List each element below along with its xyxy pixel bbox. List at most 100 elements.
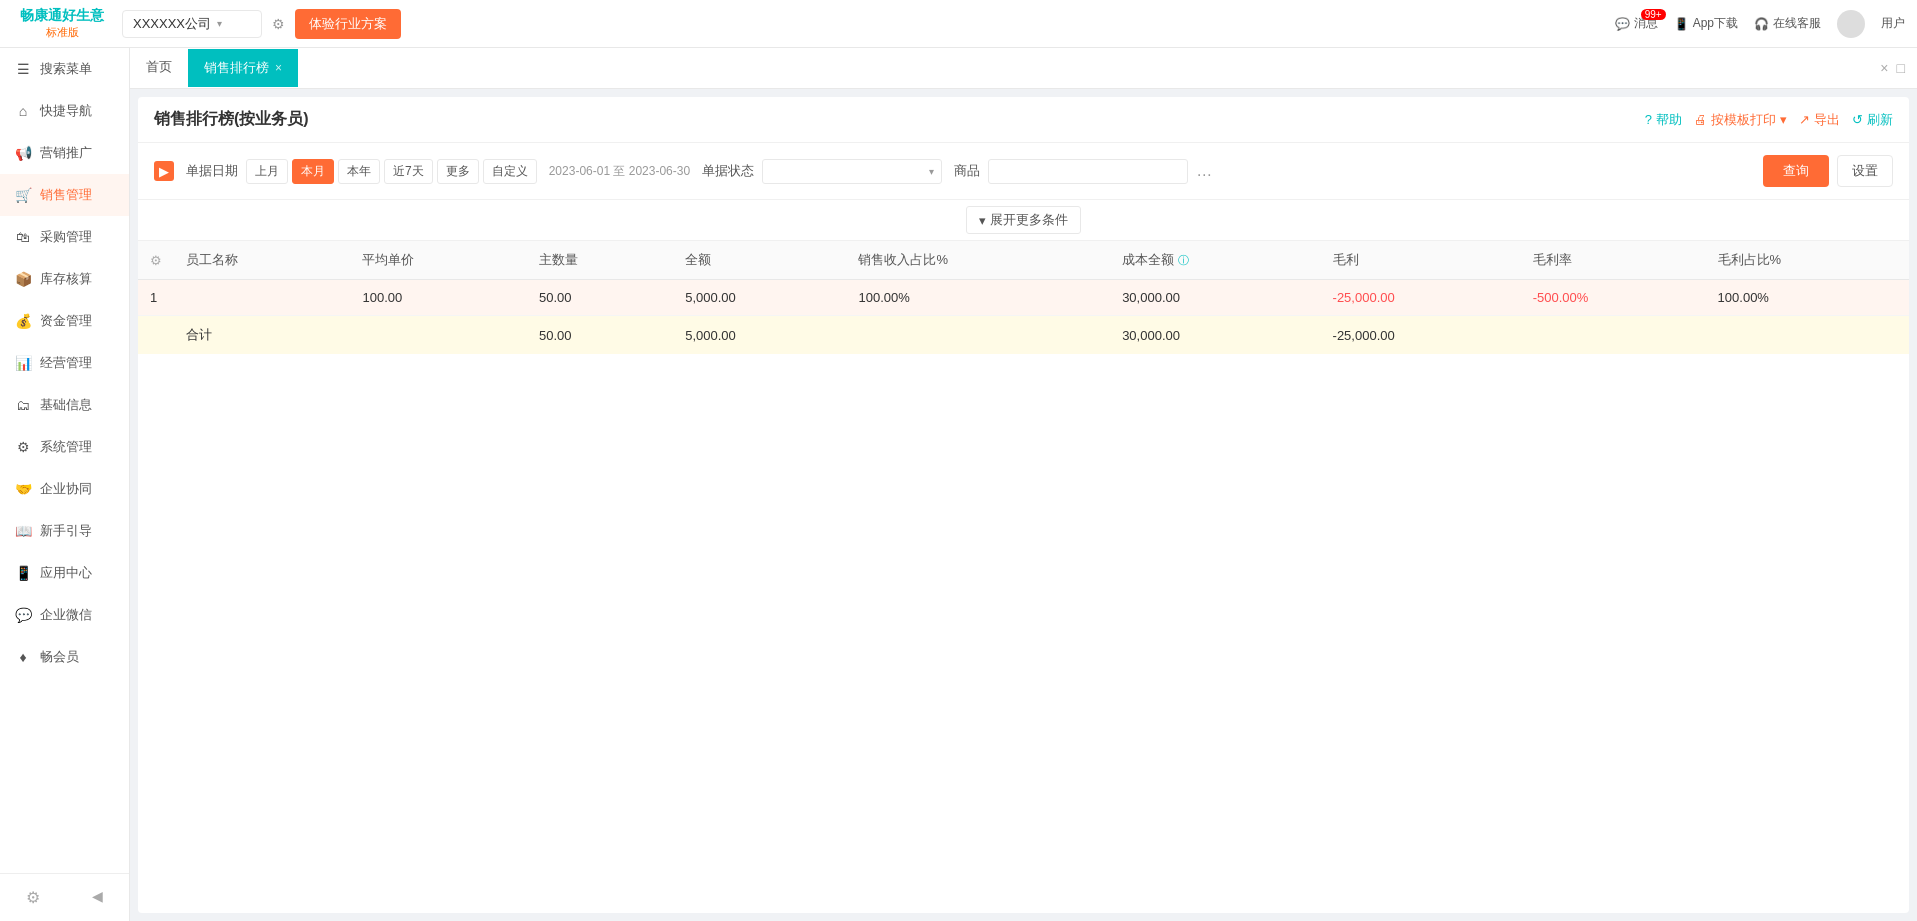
cell-gross-profit: -25,000.00 bbox=[1321, 280, 1521, 316]
message-item[interactable]: 💬 消息 99+ bbox=[1615, 15, 1658, 32]
sidebar-item-wechat[interactable]: 💬 企业微信 bbox=[0, 594, 129, 636]
print-arrow-icon: ▾ bbox=[1780, 112, 1787, 127]
more-filters-icon[interactable]: … bbox=[1196, 162, 1212, 180]
date-range: 2023-06-01 至 2023-06-30 bbox=[549, 163, 690, 180]
sidebar-item-enterprise[interactable]: 🤝 企业协同 bbox=[0, 468, 129, 510]
cell-total-amount: 5,000.00 bbox=[673, 280, 846, 316]
sidebar-item-basics[interactable]: 🗂 基础信息 bbox=[0, 384, 129, 426]
this-year-btn[interactable]: 本年 bbox=[338, 159, 380, 184]
search-icon: ☰ bbox=[14, 61, 32, 77]
footer-cost-amount: 30,000.00 bbox=[1110, 316, 1320, 355]
guide-icon: 📖 bbox=[14, 523, 32, 539]
cell-cost-amount: 30,000.00 bbox=[1110, 280, 1320, 316]
sidebar-item-system[interactable]: ⚙ 系统管理 bbox=[0, 426, 129, 468]
tab-minimize-icon[interactable]: × bbox=[1880, 60, 1888, 76]
sidebar-label-enterprise: 企业协同 bbox=[40, 480, 92, 498]
sidebar-item-sales[interactable]: 🛒 销售管理 bbox=[0, 174, 129, 216]
sidebar-item-member[interactable]: ♦ 畅会员 bbox=[0, 636, 129, 678]
settings-button[interactable]: 设置 bbox=[1837, 155, 1893, 187]
tab-home[interactable]: 首页 bbox=[130, 48, 188, 88]
goods-filter-row: 商品 … bbox=[954, 159, 1212, 184]
more-btn[interactable]: 更多 bbox=[437, 159, 479, 184]
sidebar-item-purchase[interactable]: 🛍 采购管理 bbox=[0, 216, 129, 258]
headset-icon: 🎧 bbox=[1754, 17, 1769, 31]
avatar[interactable] bbox=[1837, 10, 1865, 38]
sidebar-item-guide[interactable]: 📖 新手引导 bbox=[0, 510, 129, 552]
sidebar-label-finance: 资金管理 bbox=[40, 312, 92, 330]
this-month-btn[interactable]: 本月 bbox=[292, 159, 334, 184]
sidebar-item-shortcut[interactable]: ⌂ 快捷导航 bbox=[0, 90, 129, 132]
filter-toggle-button[interactable]: ▶ bbox=[154, 161, 174, 181]
footer-gross-ratio bbox=[1706, 316, 1909, 355]
page-actions: ? 帮助 🖨 按模板打印 ▾ ↗ 导出 ↺ bbox=[1645, 111, 1893, 129]
online-service-item[interactable]: 🎧 在线客服 bbox=[1754, 15, 1821, 32]
trial-button[interactable]: 体验行业方案 bbox=[295, 9, 401, 39]
sidebar-item-appcenter[interactable]: 📱 应用中心 bbox=[0, 552, 129, 594]
goods-input[interactable] bbox=[988, 159, 1188, 184]
table-footer-row: 合计 50.00 5,000.00 30,000.00 -25,000.00 bbox=[138, 316, 1909, 355]
date-filter-row: 单据日期 上月 本月 本年 近7天 更多 自定义 2023-06-01 至 20… bbox=[186, 159, 690, 184]
operations-icon: 📊 bbox=[14, 355, 32, 371]
expand-filter-row: ▾ 展开更多条件 bbox=[138, 200, 1909, 241]
company-selector[interactable]: XXXXXX公司 ▾ bbox=[122, 10, 262, 38]
status-select-wrap bbox=[762, 159, 942, 184]
tab-sales-rank-label: 销售排行榜 bbox=[204, 59, 269, 77]
sidebar-item-inventory[interactable]: 📦 库存核算 bbox=[0, 258, 129, 300]
custom-btn[interactable]: 自定义 bbox=[483, 159, 537, 184]
sidebar-collapse-button[interactable]: ◀ bbox=[86, 882, 109, 913]
logo-title: 畅康通好生意 bbox=[20, 7, 104, 25]
last-month-btn[interactable]: 上月 bbox=[246, 159, 288, 184]
sidebar-item-marketing[interactable]: 📢 营销推广 bbox=[0, 132, 129, 174]
sidebar-settings-button[interactable]: ⚙ bbox=[20, 882, 46, 913]
app-download-item[interactable]: 📱 App下载 bbox=[1674, 15, 1738, 32]
system-icon: ⚙ bbox=[14, 439, 32, 455]
status-select[interactable] bbox=[762, 159, 942, 184]
footer-main-qty: 50.00 bbox=[527, 316, 673, 355]
sidebar-label-appcenter: 应用中心 bbox=[40, 564, 92, 582]
col-avg-price: 平均单价 bbox=[350, 241, 526, 280]
sidebar: ☰ 搜索菜单 ⌂ 快捷导航 📢 营销推广 🛒 销售管理 🛍 采购管理 📦 库 bbox=[0, 48, 130, 921]
tab-actions: × □ bbox=[1880, 60, 1917, 76]
message-badge: 99+ bbox=[1641, 9, 1666, 20]
col-cost-amount: 成本全额 ⓘ bbox=[1110, 241, 1320, 280]
col-gross-margin: 毛利率 bbox=[1521, 241, 1706, 280]
help-button[interactable]: ? 帮助 bbox=[1645, 111, 1682, 129]
wechat-icon: 💬 bbox=[14, 607, 32, 623]
inventory-icon: 📦 bbox=[14, 271, 32, 287]
col-main-qty: 主数量 bbox=[527, 241, 673, 280]
refresh-button[interactable]: ↺ 刷新 bbox=[1852, 111, 1893, 129]
sidebar-item-search[interactable]: ☰ 搜索菜单 bbox=[0, 48, 129, 90]
logo-sub: 标准版 bbox=[46, 25, 79, 40]
col-gross-profit: 毛利 bbox=[1321, 241, 1521, 280]
filter-action-buttons: 查询 设置 bbox=[1763, 155, 1893, 187]
sidebar-bottom: ⚙ ◀ bbox=[0, 873, 129, 921]
sidebar-item-operations[interactable]: 📊 经营管理 bbox=[0, 342, 129, 384]
tab-restore-icon[interactable]: □ bbox=[1897, 60, 1905, 76]
expand-button[interactable]: ▾ 展开更多条件 bbox=[966, 206, 1081, 234]
member-icon: ♦ bbox=[14, 649, 32, 665]
tab-sales-rank[interactable]: 销售排行榜 × bbox=[188, 49, 298, 87]
filter-area: ▶ 单据日期 上月 本月 本年 近7天 更多 自定义 2023-06-01 至 … bbox=[138, 143, 1909, 200]
query-button[interactable]: 查询 bbox=[1763, 155, 1829, 187]
col-settings: ⚙ bbox=[138, 241, 174, 280]
finance-icon: 💰 bbox=[14, 313, 32, 329]
tab-close-icon[interactable]: × bbox=[275, 61, 282, 75]
export-button[interactable]: ↗ 导出 bbox=[1799, 111, 1840, 129]
print-icon: 🖨 bbox=[1694, 112, 1707, 127]
sales-icon: 🛒 bbox=[14, 187, 32, 203]
table-container: ⚙ 员工名称 平均单价 主数量 全额 销售收入占比% 成本全额 ⓘ 毛利 毛利率 bbox=[138, 241, 1909, 913]
print-button[interactable]: 🖨 按模板打印 ▾ bbox=[1694, 111, 1787, 129]
app-download-label: App下载 bbox=[1693, 15, 1738, 32]
status-filter-label: 单据状态 bbox=[702, 162, 754, 180]
sidebar-item-finance[interactable]: 💰 资金管理 bbox=[0, 300, 129, 342]
footer-label: 合计 bbox=[174, 316, 350, 355]
footer-gross-margin bbox=[1521, 316, 1706, 355]
settings-icon[interactable]: ⚙ bbox=[272, 16, 285, 32]
sales-rank-table: ⚙ 员工名称 平均单价 主数量 全额 销售收入占比% 成本全额 ⓘ 毛利 毛利率 bbox=[138, 241, 1909, 354]
sidebar-label-member: 畅会员 bbox=[40, 648, 79, 666]
footer-sales-ratio bbox=[846, 316, 1110, 355]
marketing-icon: 📢 bbox=[14, 145, 32, 161]
cell-employee bbox=[174, 280, 350, 316]
last-7days-btn[interactable]: 近7天 bbox=[384, 159, 433, 184]
table-settings-icon[interactable]: ⚙ bbox=[150, 253, 162, 268]
